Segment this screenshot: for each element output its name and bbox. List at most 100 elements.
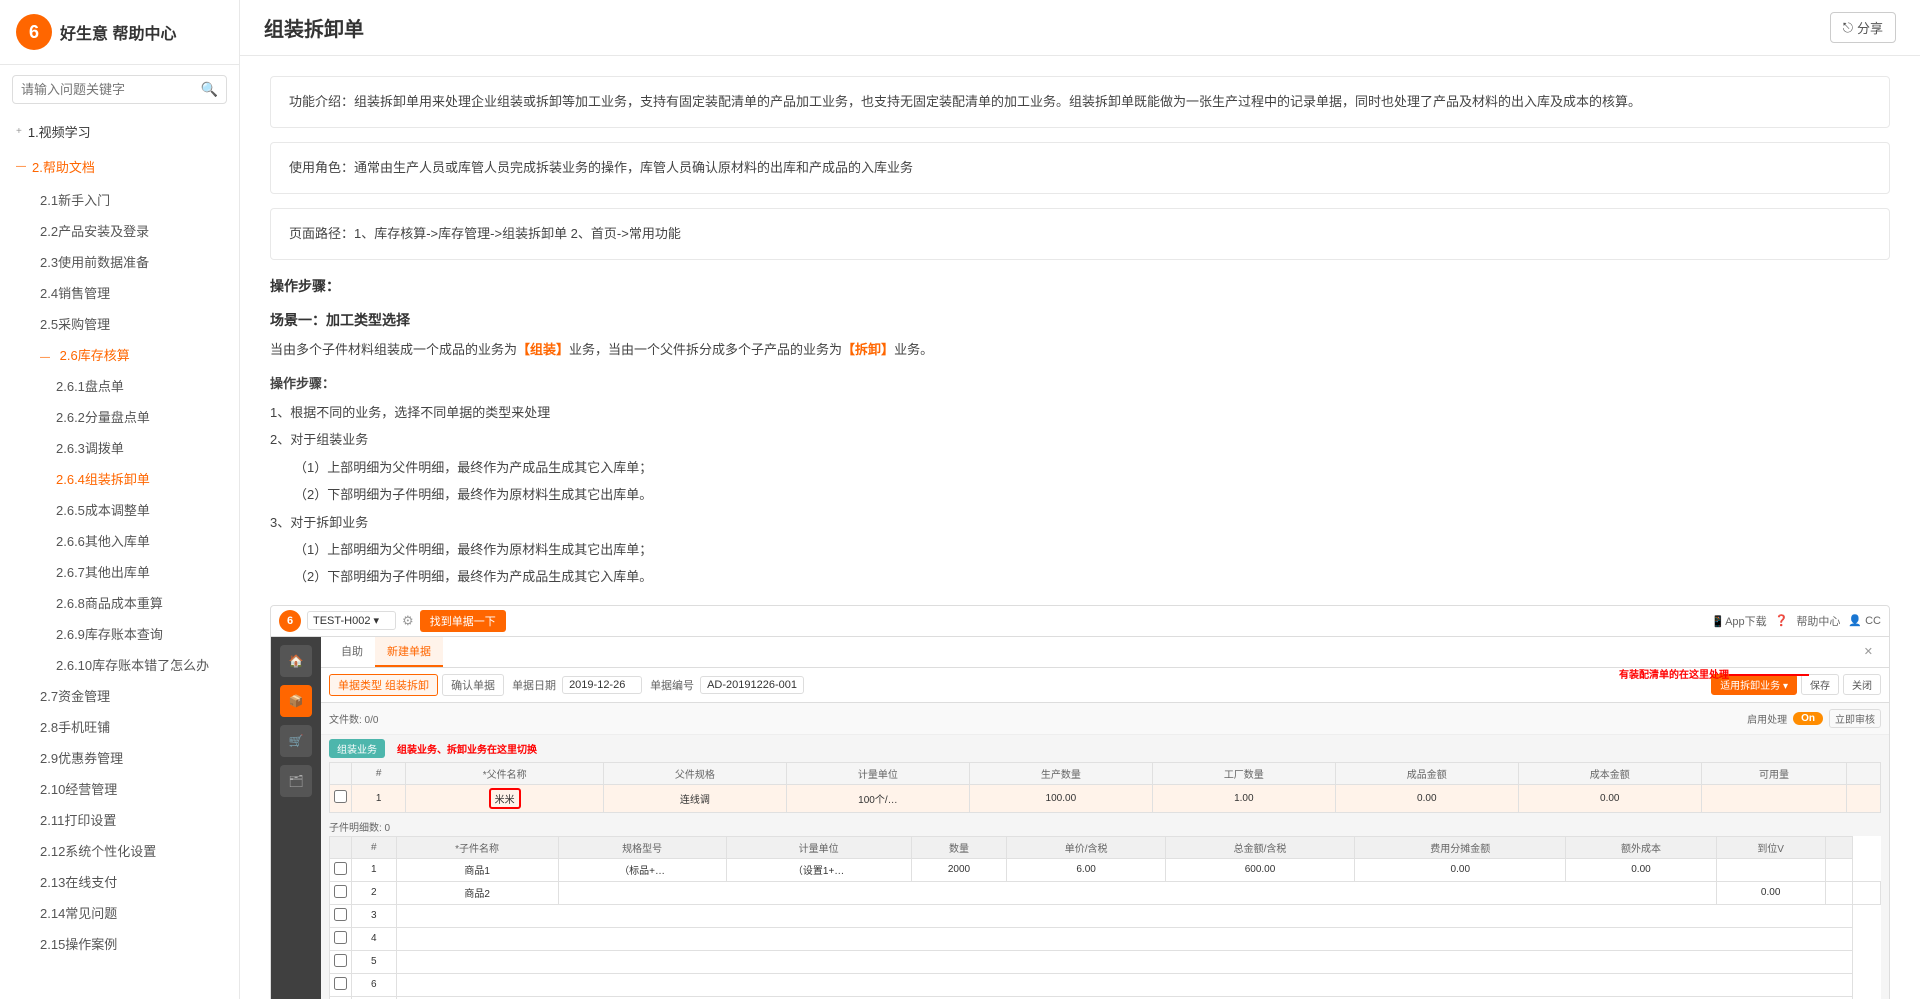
sidebar-item-2.6.8[interactable]: 2.6.8商品成本重算 [0,587,239,618]
help-center-icon: 帮助中心 [1796,613,1840,629]
sidebar-item-video[interactable]: + 1.视频学习 [0,114,239,149]
cell-produce-qty[interactable]: 100.00 [969,784,1152,812]
sidebar-item-2.6.2[interactable]: 2.6.2分量盘点单 [0,401,239,432]
sidebar-item-2.15[interactable]: 2.15操作案例 [0,928,239,959]
search-bar[interactable]: 🔍 [12,75,227,104]
page-path-text: 页面路径：1、库存核算->库存管理->组装拆卸单 2、首页->常用功能 [289,226,681,241]
app-sidebar-sales[interactable]: 🛒 [280,725,312,757]
cell-arrive [1716,858,1825,881]
sidebar-item-newcomer[interactable]: 2.1新手入门 [0,184,239,215]
sidebar-item-2.6.6[interactable]: 2.6.6其他入库单 [0,525,239,556]
sidebar-item-2.8[interactable]: 2.8手机旺铺 [0,711,239,742]
app-sidebar-inventory[interactable]: 📦 [280,685,312,717]
tab-new-order[interactable]: 新建单据 [375,637,443,667]
cell-check[interactable] [330,904,352,927]
sidebar-item-2.6.5[interactable]: 2.6.5成本调整单 [0,494,239,525]
cell-check[interactable] [330,950,352,973]
sidebar-item-2.6.10[interactable]: 2.6.10库存账本错了怎么办 [0,649,239,680]
close-icon[interactable]: ✕ [1856,645,1881,658]
cell-seq: 5 [352,950,397,973]
date-value[interactable]: 2019-12-26 [562,676,642,694]
sidebar-item-2.10[interactable]: 2.10经营管理 [0,773,239,804]
sidebar-item-purchase[interactable]: 2.5采购管理 [0,308,239,339]
toggle-on[interactable]: On [1793,712,1823,725]
cell-parent-spec[interactable]: 连线调 [603,784,786,812]
cell-extra[interactable]: 0.00 [1566,858,1716,881]
sidebar-item-2.13[interactable]: 2.13在线支付 [0,866,239,897]
sidebar-item-data-prep[interactable]: 2.3使用前数据准备 [0,246,239,277]
steps-title: 操作步骤： [270,276,1890,296]
sidebar-item-2.9[interactable]: 2.9优惠券管理 [0,742,239,773]
save-btn[interactable]: 保存 [1801,674,1839,695]
app-sidebar-home[interactable]: 🏠 [280,645,312,677]
cell-check[interactable] [330,784,352,812]
cell-total[interactable]: 600.00 [1165,858,1354,881]
app-sidebar: 🏠 📦 🛒 🗂 [271,637,321,999]
step3: 3、对于拆卸业务 [270,511,1890,534]
app-main-panel: 自助 新建单据 ✕ 单据类型 组装拆卸 确认单据 [321,637,1889,999]
sidebar-item-sales[interactable]: 2.4销售管理 [0,277,239,308]
cell-alloc[interactable]: 0.00 [1355,858,1566,881]
cell-unit[interactable]: 100个/… [786,784,969,812]
cell-unit[interactable]: （设置1+… [726,858,911,881]
cell-cost-amt[interactable]: 0.00 [1518,784,1701,812]
sidebar-item-2.11[interactable]: 2.11打印设置 [0,804,239,835]
sidebar-item-2.6.4[interactable]: 2.6.4组装拆卸单 [0,463,239,494]
step2-2: （2）下部明细为子件明细，最终作为原材料生成其它出库单。 [294,483,1890,506]
cell-check[interactable] [330,881,352,904]
sidebar-item-2.12[interactable]: 2.12系统个性化设置 [0,835,239,866]
cell-empty [396,904,1853,927]
row-checkbox[interactable] [334,977,347,990]
sidebar-item-install[interactable]: 2.2产品安装及登录 [0,215,239,246]
type-btn-other[interactable]: 确认单据 [442,674,504,696]
confirm-btn[interactable]: 立即审核 [1829,709,1881,728]
cell-total-2[interactable]: 0.00 [1716,881,1825,904]
sidebar-item-2.14[interactable]: 2.14常见问题 [0,897,239,928]
cell-parent-name[interactable]: 米米 [406,784,604,812]
step1: 1、根据不同的业务，选择不同单据的类型来处理 [270,401,1890,424]
search-icon[interactable]: 🔍 [201,81,218,98]
cell-child-name[interactable]: 商品1 [396,858,558,881]
cell-seq: 2 [352,881,397,904]
cell-qty[interactable]: 2000 [911,858,1007,881]
sidebar-item-2.6.3[interactable]: 2.6.3调拨单 [0,432,239,463]
feature-desc-block: 功能介绍：组装拆卸单用来处理企业组装或拆卸等加工业务，支持有固定装配清单的产品加… [270,76,1890,128]
company-selector[interactable]: TEST-H002 ▾ [307,611,396,630]
type-btn-assembly[interactable]: 单据类型 组装拆卸 [329,674,438,696]
row-checkbox[interactable] [334,790,347,803]
cell-factory-qty[interactable]: 1.00 [1152,784,1335,812]
sidebar-item-docs[interactable]: — 2.帮助文档 [0,149,239,184]
label: 2.6.5成本调整单 [56,503,150,518]
row-checkbox[interactable] [334,954,347,967]
sidebar-item-2.6.9[interactable]: 2.6.9库存账本查询 [0,618,239,649]
enable-panel: 启用处理 On 立即审核 [1747,709,1881,728]
search-input[interactable] [21,82,201,97]
close-btn[interactable]: 关闭 [1843,674,1881,695]
row-checkbox[interactable] [334,885,347,898]
col-check [330,836,352,858]
app-sidebar-purchase[interactable]: 🗂 [280,765,312,797]
parent-name-field[interactable]: 米米 [489,788,521,809]
share-button[interactable]: ⎋ 分享 [1830,12,1896,43]
cell-check[interactable] [330,858,352,881]
sidebar-item-inventory[interactable]: — 2.6库存核算 [0,339,239,370]
sidebar-item-2.7[interactable]: 2.7资金管理 [0,680,239,711]
share-label: 分享 [1857,18,1883,37]
tab-self-service[interactable]: 自助 [329,637,375,667]
cell-finished-amt[interactable]: 0.00 [1335,784,1518,812]
find-order-button[interactable]: 找到单据一下 [420,610,506,632]
sidebar-item-2.6.1[interactable]: 2.6.1盘点单 [0,370,239,401]
col-ops [1847,762,1881,784]
number-value[interactable]: AD-20191226-001 [700,676,804,694]
row-checkbox[interactable] [334,908,347,921]
cell-spec[interactable]: （标品+… [558,858,726,881]
cell-child-name[interactable]: 商品2 [396,881,558,904]
row-checkbox[interactable] [334,931,347,944]
sidebar-item-2.6.7[interactable]: 2.6.7其他出库单 [0,556,239,587]
cell-price[interactable]: 6.00 [1007,858,1166,881]
cell-check[interactable] [330,973,352,996]
steps-label: 操作步骤： [270,372,1890,395]
row-checkbox[interactable] [334,862,347,875]
col-child-name: *子件名称 [396,836,558,858]
cell-check[interactable] [330,927,352,950]
